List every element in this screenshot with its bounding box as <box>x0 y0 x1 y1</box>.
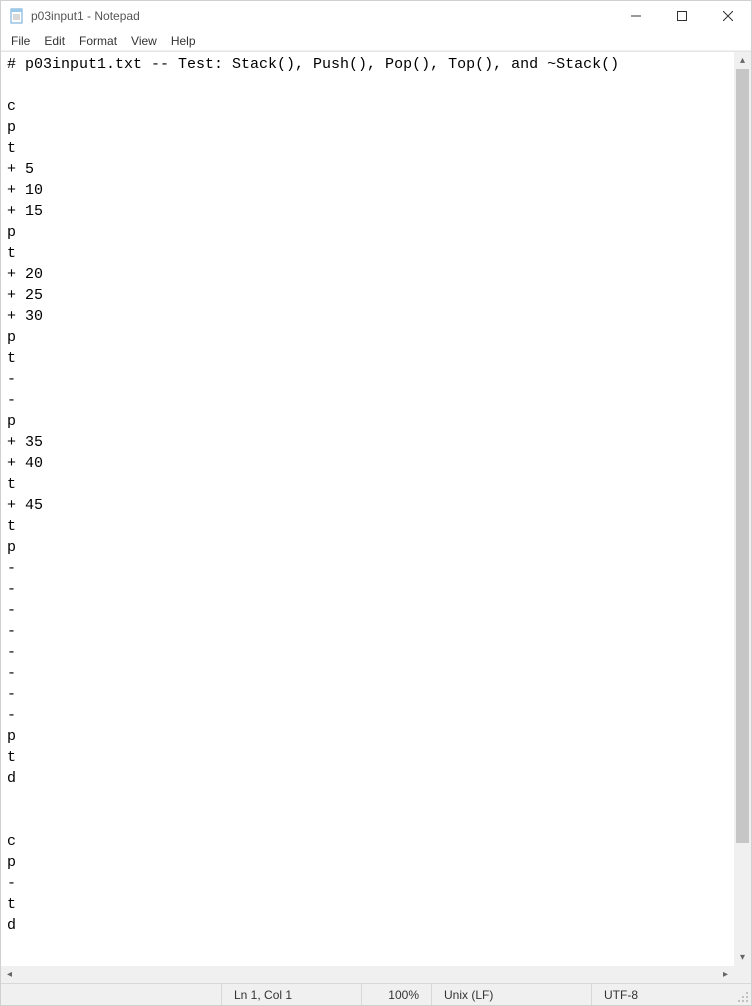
horizontal-scrollbar[interactable]: ◂ ▸ <box>1 966 751 983</box>
minimize-button[interactable] <box>613 1 659 31</box>
menu-help[interactable]: Help <box>165 32 202 50</box>
editor-area: # p03input1.txt -- Test: Stack(), Push()… <box>1 51 751 966</box>
maximize-button[interactable] <box>659 1 705 31</box>
status-empty <box>1 984 221 1005</box>
menubar: File Edit Format View Help <box>1 31 751 51</box>
titlebar: p03input1 - Notepad <box>1 1 751 31</box>
scroll-up-icon[interactable]: ▴ <box>734 52 751 69</box>
menu-view[interactable]: View <box>125 32 163 50</box>
status-encoding: UTF-8 <box>591 984 734 1005</box>
status-eol: Unix (LF) <box>431 984 591 1005</box>
status-zoom: 100% <box>361 984 431 1005</box>
text-editor[interactable]: # p03input1.txt -- Test: Stack(), Push()… <box>1 52 734 966</box>
scrollbar-corner <box>734 966 751 983</box>
menu-file[interactable]: File <box>5 32 36 50</box>
resize-grip-icon[interactable] <box>734 984 751 1005</box>
scrollbar-thumb[interactable] <box>736 69 749 843</box>
vertical-scrollbar[interactable]: ▴ ▾ <box>734 52 751 966</box>
scrollbar-track[interactable] <box>734 69 751 949</box>
scroll-down-icon[interactable]: ▾ <box>734 949 751 966</box>
statusbar: Ln 1, Col 1 100% Unix (LF) UTF-8 <box>1 983 751 1005</box>
scrollbar-track-h[interactable] <box>18 966 717 983</box>
scroll-right-icon[interactable]: ▸ <box>717 966 734 983</box>
menu-edit[interactable]: Edit <box>38 32 71 50</box>
status-lncol: Ln 1, Col 1 <box>221 984 361 1005</box>
notepad-icon <box>9 8 25 24</box>
close-button[interactable] <box>705 1 751 31</box>
window-title: p03input1 - Notepad <box>31 9 140 23</box>
menu-format[interactable]: Format <box>73 32 123 50</box>
scroll-left-icon[interactable]: ◂ <box>1 966 18 983</box>
